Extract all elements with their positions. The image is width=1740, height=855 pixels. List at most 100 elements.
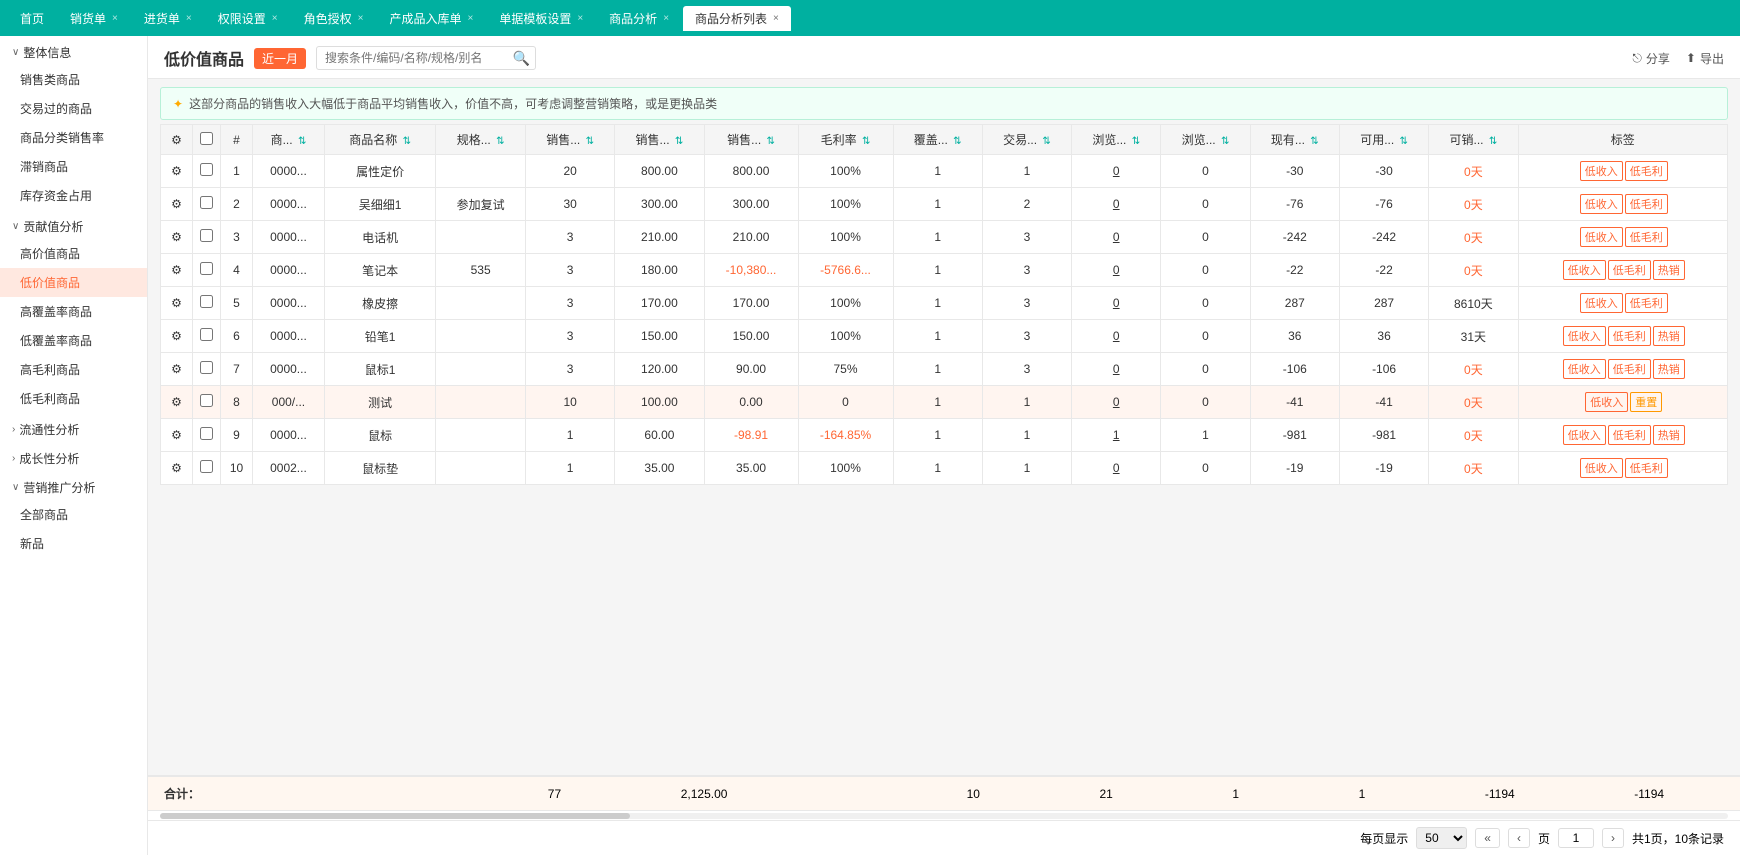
nav-product-analysis-list[interactable]: 商品分析列表× xyxy=(683,6,791,31)
row-gear[interactable]: ⚙ xyxy=(161,188,193,221)
row-browse1[interactable]: 0 xyxy=(1072,452,1161,485)
row-checkbox[interactable] xyxy=(193,155,221,188)
sidebar-item-sales-products[interactable]: 销售类商品 xyxy=(0,65,147,94)
search-icon[interactable]: 🔍 xyxy=(513,50,530,67)
horizontal-scrollbar[interactable] xyxy=(148,810,1740,820)
row-checkbox[interactable] xyxy=(193,353,221,386)
search-input[interactable] xyxy=(316,46,536,70)
column-margin[interactable]: 毛利率 ⇅ xyxy=(798,125,893,155)
nav-product-inbound[interactable]: 产成品入库单× xyxy=(377,6,485,31)
row-browse1[interactable]: 0 xyxy=(1072,155,1161,188)
close-icon[interactable]: × xyxy=(663,13,669,24)
period-tag-button[interactable]: 近一月 xyxy=(254,48,306,69)
column-coverage[interactable]: 覆盖... ⇅ xyxy=(893,125,982,155)
row-gear[interactable]: ⚙ xyxy=(161,353,193,386)
nav-product-analysis[interactable]: 商品分析× xyxy=(597,6,681,31)
row-gear[interactable]: ⚙ xyxy=(161,221,193,254)
nav-sales-order[interactable]: 销货单× xyxy=(58,6,130,31)
row-gear[interactable]: ⚙ xyxy=(161,419,193,452)
sidebar-item-low-margin[interactable]: 低毛利商品 xyxy=(0,384,147,413)
row-browse1[interactable]: 0 xyxy=(1072,188,1161,221)
row-checkbox[interactable] xyxy=(193,419,221,452)
row-gear[interactable]: ⚙ xyxy=(161,386,193,419)
row-gear[interactable]: ⚙ xyxy=(161,155,193,188)
row-code: 0000... xyxy=(253,287,325,320)
sidebar-item-low-coverage[interactable]: 低覆盖率商品 xyxy=(0,326,147,355)
row-browse1[interactable]: 0 xyxy=(1072,287,1161,320)
close-icon[interactable]: × xyxy=(112,13,118,24)
row-browse1[interactable]: 0 xyxy=(1072,221,1161,254)
column-sale-amount[interactable]: 销售... ⇅ xyxy=(704,125,798,155)
row-gear[interactable]: ⚙ xyxy=(161,320,193,353)
sidebar-item-all-products[interactable]: 全部商品 xyxy=(0,500,147,529)
column-code[interactable]: 商... ⇅ xyxy=(253,125,325,155)
next-page-button[interactable]: › xyxy=(1602,828,1624,848)
row-coverage: 1 xyxy=(893,221,982,254)
row-sale-amount: 210.00 xyxy=(704,221,798,254)
close-icon[interactable]: × xyxy=(272,13,278,24)
row-browse1[interactable]: 0 xyxy=(1072,353,1161,386)
nav-role-auth[interactable]: 角色授权× xyxy=(292,6,376,31)
prev-page-button[interactable]: ‹ xyxy=(1508,828,1530,848)
column-select-all[interactable] xyxy=(193,125,221,155)
row-browse1[interactable]: 0 xyxy=(1072,386,1161,419)
column-available[interactable]: 可用... ⇅ xyxy=(1339,125,1428,155)
column-current[interactable]: 现有... ⇅ xyxy=(1250,125,1339,155)
sidebar-group-marketing[interactable]: ∨ 营销推广分析 xyxy=(0,471,147,500)
row-gear[interactable]: ⚙ xyxy=(161,254,193,287)
column-trade[interactable]: 交易... ⇅ xyxy=(982,125,1071,155)
sidebar-group-contribution[interactable]: ∨ 贡献值分析 xyxy=(0,210,147,239)
sidebar-group-liquidity[interactable]: › 流通性分析 xyxy=(0,413,147,442)
close-icon[interactable]: × xyxy=(773,13,779,24)
share-button[interactable]: ⎋ 分享 xyxy=(1632,50,1670,67)
sidebar-group-overall[interactable]: ∨ 整体信息 xyxy=(0,36,147,65)
sidebar-item-traded-products[interactable]: 交易过的商品 xyxy=(0,94,147,123)
row-checkbox[interactable] xyxy=(193,188,221,221)
scrollbar-thumb[interactable] xyxy=(160,813,630,819)
row-gear[interactable]: ⚙ xyxy=(161,287,193,320)
row-checkbox[interactable] xyxy=(193,320,221,353)
scrollbar-track[interactable] xyxy=(160,813,1728,819)
select-all-checkbox[interactable] xyxy=(200,132,213,145)
per-page-select[interactable]: 50 100 200 xyxy=(1416,827,1467,849)
sidebar-item-high-value[interactable]: 高价值商品 xyxy=(0,239,147,268)
column-spec[interactable]: 规格... ⇅ xyxy=(436,125,526,155)
column-gear[interactable]: ⚙ xyxy=(161,125,193,155)
row-browse1[interactable]: 0 xyxy=(1072,254,1161,287)
page-number-input[interactable] xyxy=(1558,828,1594,848)
sidebar-item-high-coverage[interactable]: 高覆盖率商品 xyxy=(0,297,147,326)
row-saleable: 0天 xyxy=(1429,221,1518,254)
row-gear[interactable]: ⚙ xyxy=(161,452,193,485)
column-saleable[interactable]: 可销... ⇅ xyxy=(1429,125,1518,155)
row-checkbox[interactable] xyxy=(193,287,221,320)
close-icon[interactable]: × xyxy=(186,13,192,24)
column-sale-price[interactable]: 销售... ⇅ xyxy=(615,125,704,155)
first-page-button[interactable]: « xyxy=(1475,828,1500,848)
row-checkbox[interactable] xyxy=(193,452,221,485)
nav-template-settings[interactable]: 单据模板设置× xyxy=(487,6,595,31)
nav-purchase-order[interactable]: 进货单× xyxy=(132,6,204,31)
row-checkbox[interactable] xyxy=(193,386,221,419)
close-icon[interactable]: × xyxy=(358,13,364,24)
sidebar-item-category-sales-rate[interactable]: 商品分类销售率 xyxy=(0,123,147,152)
row-browse1[interactable]: 1 xyxy=(1072,419,1161,452)
table-container[interactable]: ⚙ # 商... ⇅ 商品名称 ⇅ 规格... ⇅ 销售... ⇅ 销售... … xyxy=(148,124,1740,775)
sidebar-group-growth[interactable]: › 成长性分析 xyxy=(0,442,147,471)
sidebar-item-new-products[interactable]: 新品 xyxy=(0,529,147,558)
column-browse1[interactable]: 浏览... ⇅ xyxy=(1072,125,1161,155)
nav-home[interactable]: 首页 xyxy=(8,6,56,31)
sidebar-item-high-margin[interactable]: 高毛利商品 xyxy=(0,355,147,384)
close-icon[interactable]: × xyxy=(467,13,473,24)
export-button[interactable]: ⬆ 导出 xyxy=(1686,50,1724,67)
sidebar-item-slow-moving[interactable]: 滞销商品 xyxy=(0,152,147,181)
row-checkbox[interactable] xyxy=(193,254,221,287)
column-browse2[interactable]: 浏览... ⇅ xyxy=(1161,125,1250,155)
nav-permission-settings[interactable]: 权限设置× xyxy=(206,6,290,31)
row-browse1[interactable]: 0 xyxy=(1072,320,1161,353)
sidebar-item-inventory-capital[interactable]: 库存资金占用 xyxy=(0,181,147,210)
close-icon[interactable]: × xyxy=(577,13,583,24)
column-sale-qty[interactable]: 销售... ⇅ xyxy=(525,125,614,155)
sidebar-item-low-value[interactable]: 低价值商品 xyxy=(0,268,147,297)
column-name[interactable]: 商品名称 ⇅ xyxy=(324,125,435,155)
row-checkbox[interactable] xyxy=(193,221,221,254)
